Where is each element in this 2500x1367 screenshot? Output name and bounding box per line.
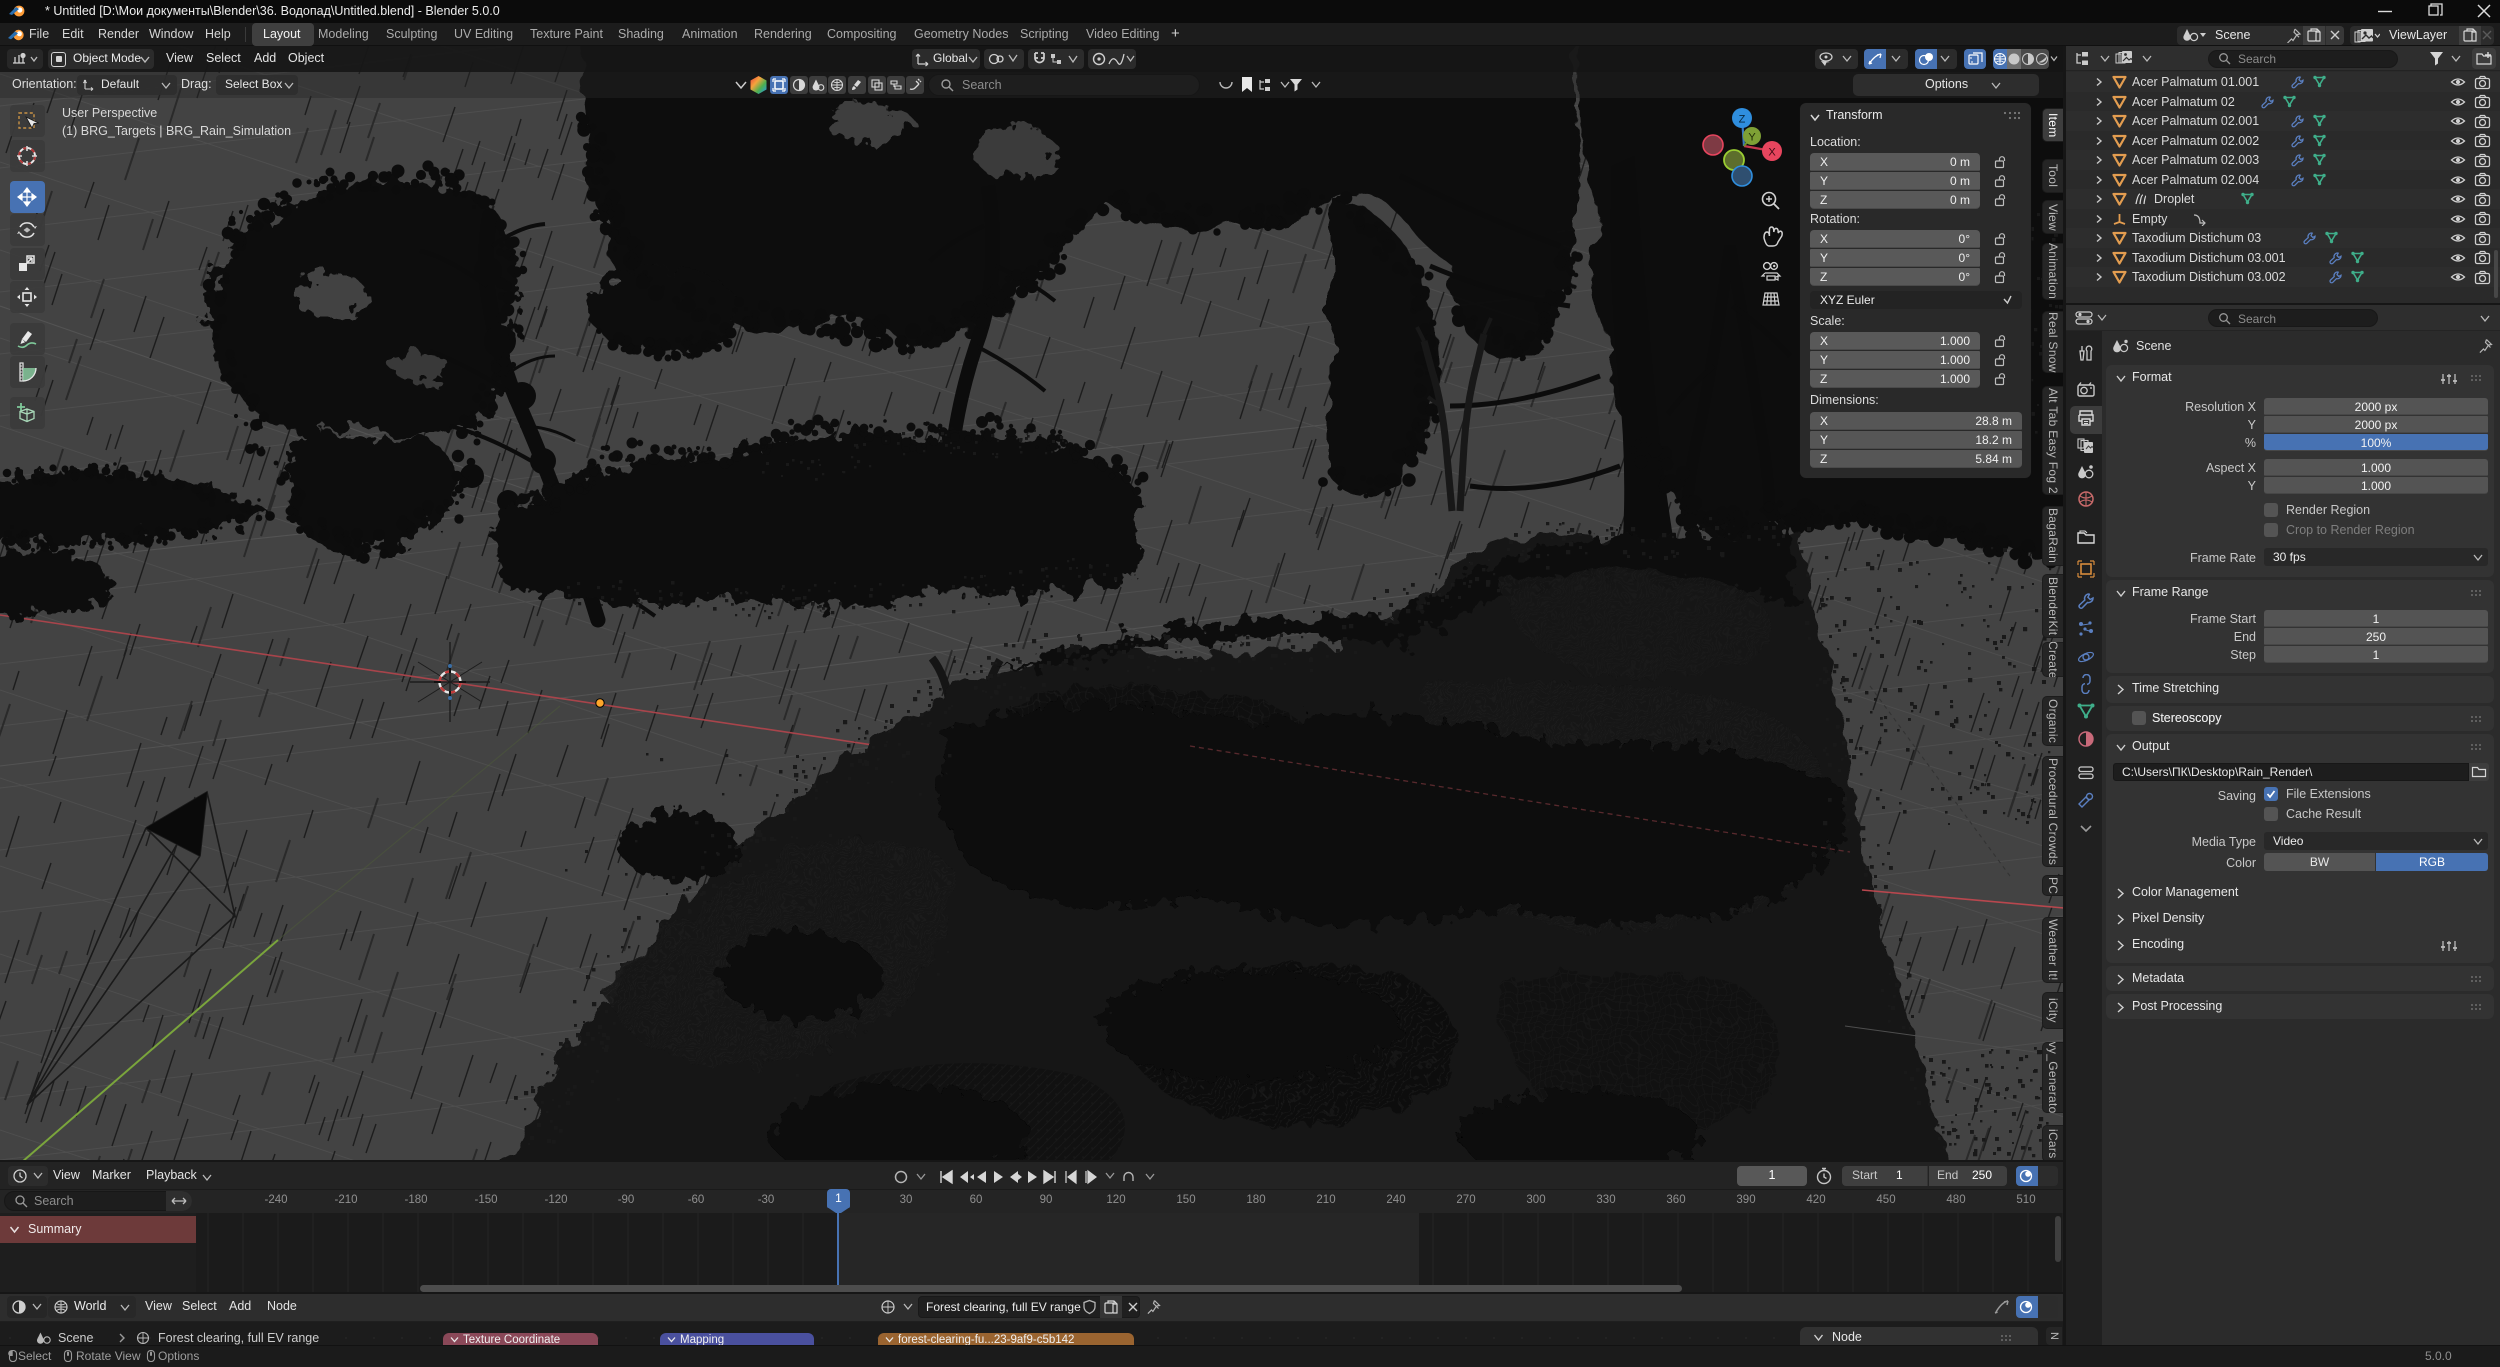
- svg-text:Z: Z: [1739, 114, 1746, 126]
- svg-text:Y: Y: [1748, 132, 1756, 144]
- svg-text:X: X: [1768, 147, 1776, 159]
